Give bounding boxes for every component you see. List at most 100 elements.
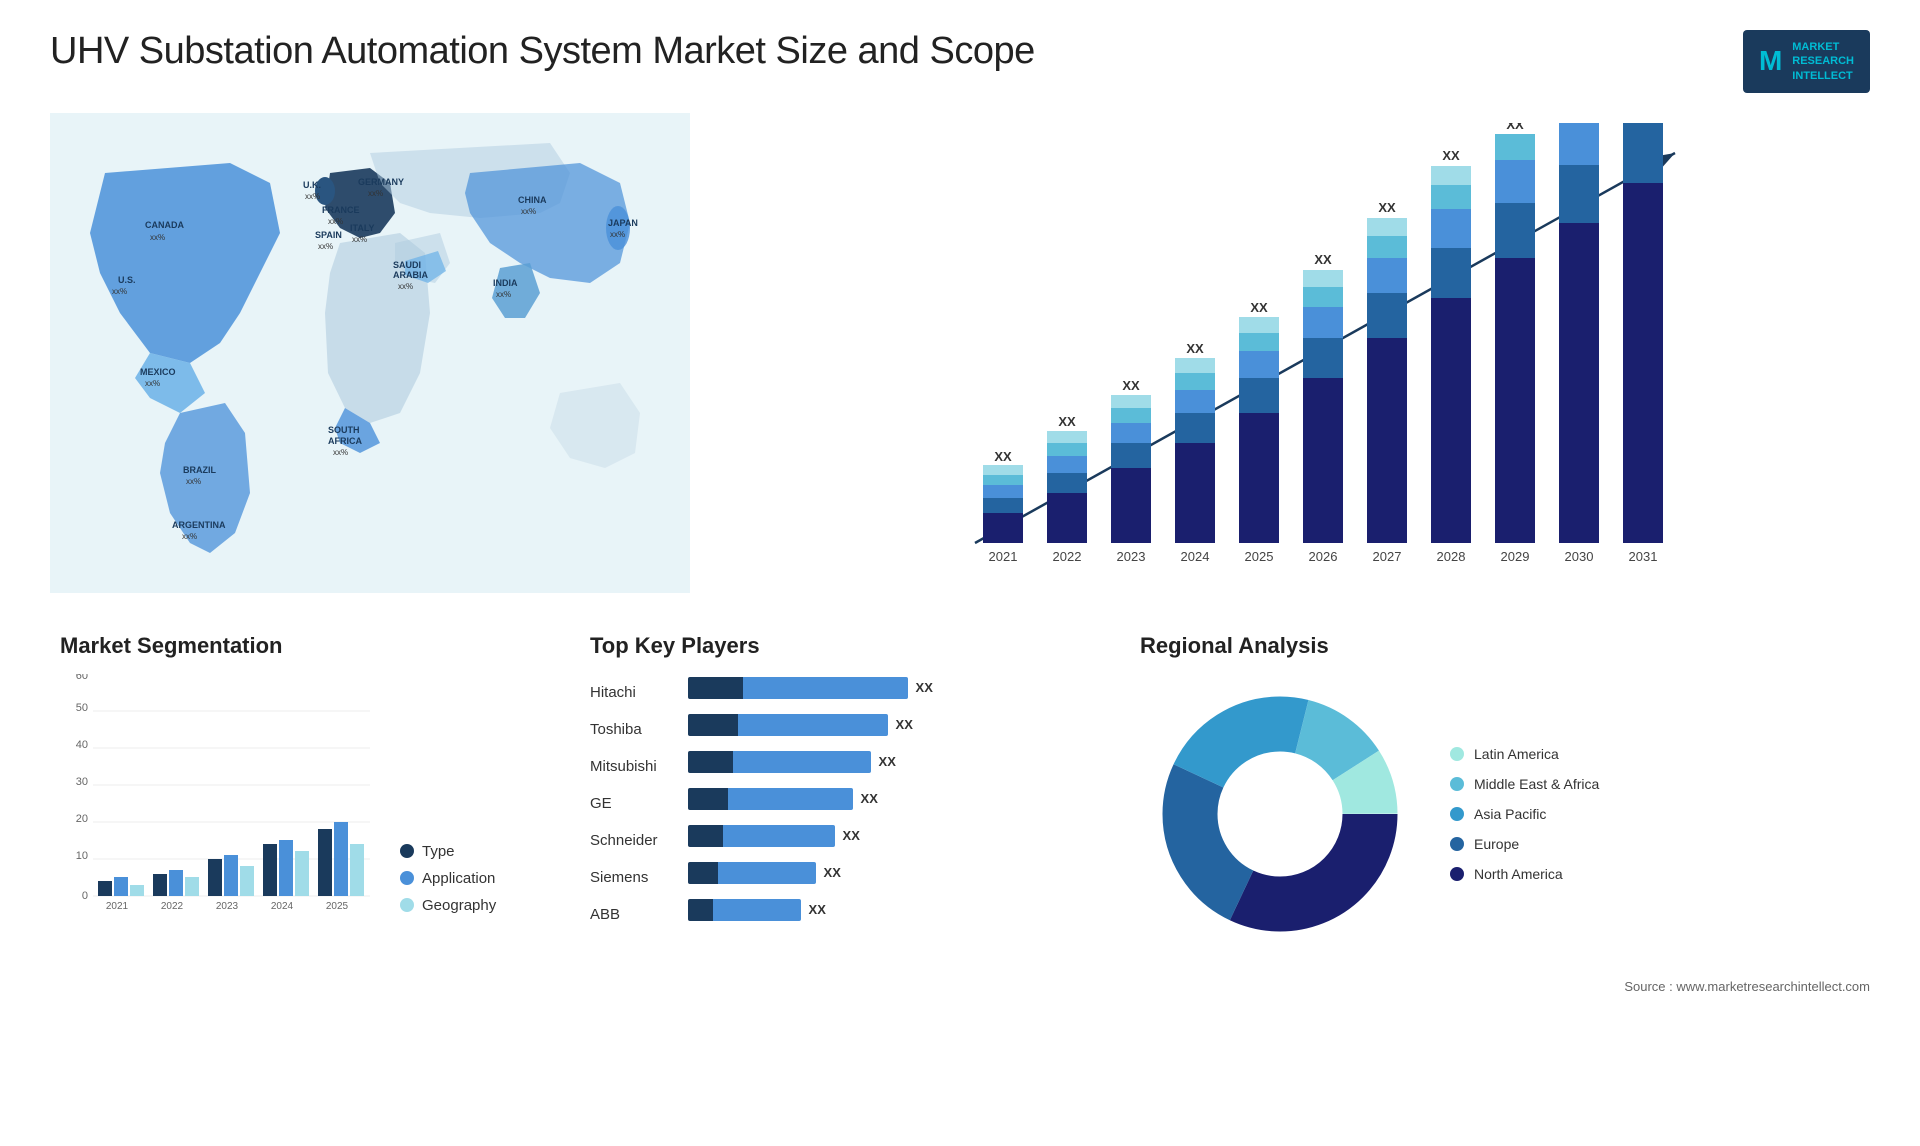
bar-2024-val: XX (1186, 341, 1204, 356)
svg-text:40: 40 (76, 739, 88, 751)
japan-value: xx% (610, 230, 625, 239)
legend-application: Application (400, 870, 496, 887)
bar-2029-seg3 (1495, 160, 1535, 203)
year-2027: 2027 (1373, 549, 1402, 564)
bar-2029-seg1 (1495, 258, 1535, 543)
canada-label: CANADA (145, 220, 184, 230)
legend-asia-pacific-dot (1450, 807, 1464, 821)
player-toshiba: Toshiba (590, 716, 658, 744)
bar-2030-seg3 (1559, 123, 1599, 165)
legend-latin-america-dot (1450, 747, 1464, 761)
page-container: UHV Substation Automation System Market … (0, 0, 1920, 1146)
bar-2028-seg5 (1431, 166, 1471, 185)
bar-2024-seg3 (1175, 390, 1215, 413)
svg-text:2022: 2022 (161, 901, 184, 912)
france-label: FRANCE (322, 205, 360, 215)
bar-schneider: XX (688, 822, 1090, 850)
bar-2026-seg5 (1303, 270, 1343, 287)
bar-2023-seg4 (1111, 408, 1151, 423)
players-title: Top Key Players (590, 633, 1090, 659)
bar-2021-seg4 (983, 475, 1023, 485)
player-schneider: Schneider (590, 827, 658, 855)
bar-2026-seg4 (1303, 287, 1343, 307)
bar-2022-seg4 (1047, 443, 1087, 456)
bar-2027-seg4 (1367, 236, 1407, 258)
us-label: U.S. (118, 275, 136, 285)
bar-2026-val: XX (1314, 252, 1332, 267)
player-hitachi: Hitachi (590, 679, 658, 707)
year-2026: 2026 (1309, 549, 1338, 564)
bar-2022-seg3 (1047, 456, 1087, 473)
year-2031: 2031 (1629, 549, 1658, 564)
player-abb: ABB (590, 901, 658, 929)
italy-value: xx% (352, 235, 367, 244)
bar-2021-seg2 (983, 498, 1023, 513)
bar-2029-seg2 (1495, 203, 1535, 258)
world-map-section: CANADA xx% U.S. xx% MEXICO xx% BRAZIL xx… (50, 113, 690, 593)
players-list: Hitachi Toshiba Mitsubishi GE Schneider … (590, 674, 1090, 929)
bar-2025-val: XX (1250, 300, 1268, 315)
bar-2022-seg2 (1047, 473, 1087, 493)
year-2024: 2024 (1181, 549, 1210, 564)
player-siemens: Siemens (590, 864, 658, 892)
bar-2028-seg2 (1431, 248, 1471, 298)
legend-north-america: North America (1450, 866, 1599, 882)
bar-2027-seg3 (1367, 258, 1407, 293)
page-title: UHV Substation Automation System Market … (50, 30, 1035, 73)
bar-2030-seg1 (1559, 223, 1599, 543)
legend-north-america-dot (1450, 867, 1464, 881)
bar-2031-seg1 (1623, 183, 1663, 543)
bar-2024-seg5 (1175, 358, 1215, 373)
bar-2027-seg2 (1367, 293, 1407, 338)
svg-text:10: 10 (76, 850, 88, 862)
bar-2029-val: XX (1506, 123, 1524, 132)
bar-2024-seg4 (1175, 373, 1215, 390)
bar-2025-seg2 (1239, 378, 1279, 413)
world-map-svg: CANADA xx% U.S. xx% MEXICO xx% BRAZIL xx… (50, 113, 690, 593)
bar-2023-val: XX (1122, 378, 1140, 393)
bar-ge: XX (688, 785, 1090, 813)
source-text: Source : www.marketresearchintellect.com (50, 979, 1870, 994)
bar-2025-seg4 (1239, 333, 1279, 351)
mexico-label: MEXICO (140, 367, 176, 377)
bar-2023-seg5 (1111, 395, 1151, 408)
player-bars-column: XX XX (688, 674, 1090, 929)
svg-text:20: 20 (76, 813, 88, 825)
legend-type: Type (400, 843, 496, 860)
players-section: Top Key Players Hitachi Toshiba Mitsubis… (580, 623, 1100, 939)
legend-europe-dot (1450, 837, 1464, 851)
svg-text:30: 30 (76, 776, 88, 788)
bar-2031-seg2 (1623, 123, 1663, 183)
argentina-value: xx% (182, 532, 197, 541)
germany-value: xx% (368, 189, 383, 198)
bar-2024-seg2 (1175, 413, 1215, 443)
uk-label: U.K. (303, 180, 321, 190)
logo-text: MARKET RESEARCH INTELLECT (1792, 40, 1854, 83)
legend-mea-dot (1450, 777, 1464, 791)
saudi-label2: ARABIA (393, 270, 428, 280)
bar-toshiba: XX (688, 711, 1090, 739)
regional-section: Regional Analysis (1130, 623, 1870, 964)
logo-area: M MARKET RESEARCH INTELLECT (1743, 30, 1870, 93)
svg-text:2025: 2025 (326, 901, 349, 912)
bar-siemens: XX (688, 859, 1090, 887)
year-2022: 2022 (1053, 549, 1082, 564)
germany-label: GERMANY (358, 177, 404, 187)
year-2029: 2029 (1501, 549, 1530, 564)
year-2021: 2021 (989, 549, 1018, 564)
south-africa-value: xx% (333, 448, 348, 457)
bar-2028-seg1 (1431, 298, 1471, 543)
regional-title: Regional Analysis (1140, 633, 1860, 659)
uk-value: xx% (305, 192, 320, 201)
bar-2021-seg5 (983, 465, 1023, 475)
regional-legend: Latin America Middle East & Africa Asia … (1450, 746, 1599, 882)
bar-chart-section: XX XX XX XX (720, 113, 1870, 593)
china-value: xx% (521, 207, 536, 216)
player-mitsubishi: Mitsubishi (590, 753, 658, 781)
south-africa-label2: AFRICA (328, 436, 362, 446)
donut-svg (1140, 674, 1420, 954)
regional-content: Latin America Middle East & Africa Asia … (1140, 674, 1860, 954)
mexico-value: xx% (145, 379, 160, 388)
donut-chart-wrapper (1140, 674, 1420, 954)
bar-2026-seg2 (1303, 338, 1343, 378)
